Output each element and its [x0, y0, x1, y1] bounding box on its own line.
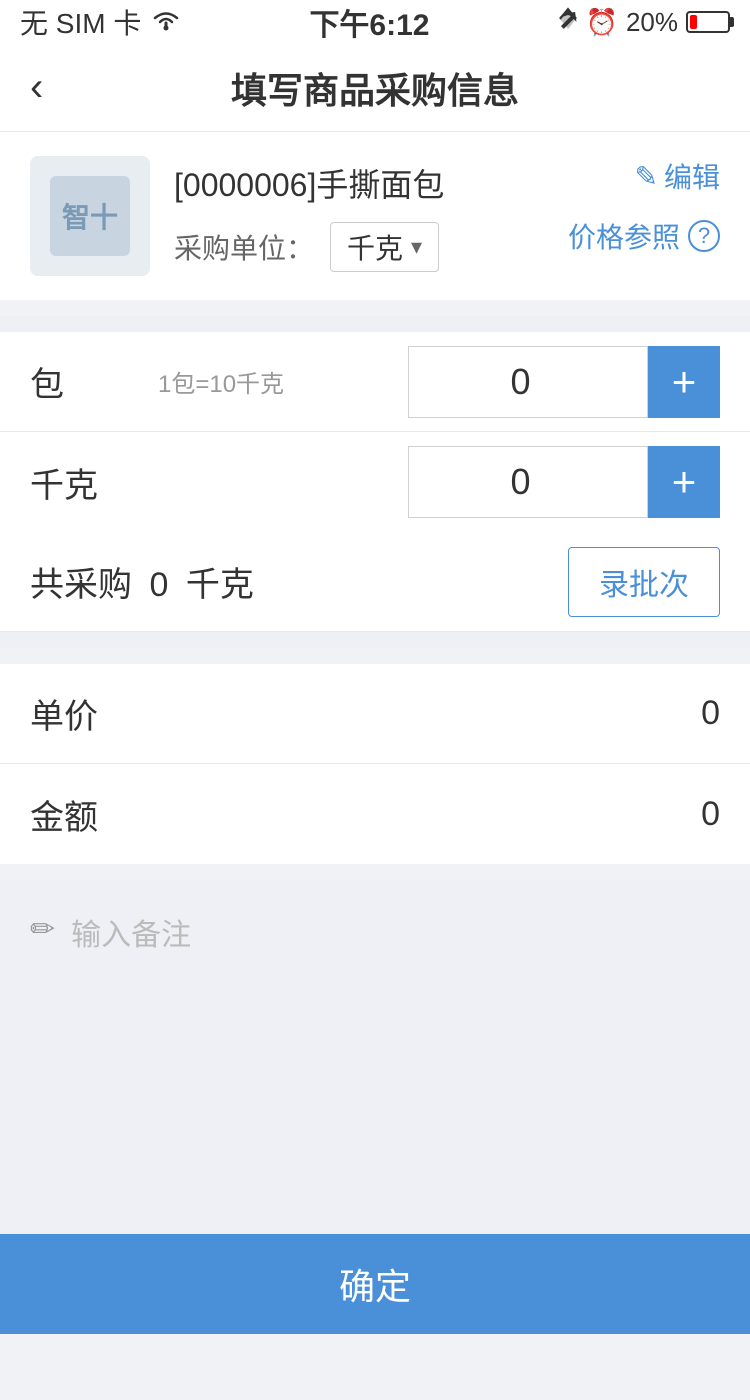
summary-unit: 千克 [186, 566, 254, 604]
unit-price-row: 单价 0 [0, 664, 750, 764]
bag-input-right: + [408, 346, 720, 418]
product-info: [0000006]手撕面包 采购单位： 千克 ▾ [174, 160, 544, 272]
battery-percent: 20% [626, 7, 678, 38]
edit-icon: ✎ [635, 160, 658, 193]
separator-2 [0, 632, 750, 648]
unit-label: 采购单位： [174, 227, 314, 267]
price-ref-button[interactable]: 价格参照 ? [568, 216, 720, 256]
chevron-down-icon: ▾ [411, 234, 422, 260]
kg-input-right: + [408, 446, 720, 518]
product-unit-row: 采购单位： 千克 ▾ [174, 222, 544, 272]
amount-value: 0 [701, 795, 720, 834]
amount-row: 金额 0 [0, 764, 750, 864]
unit-price-value: 0 [701, 694, 720, 733]
summary-text: 共采购 0 千克 [30, 557, 568, 606]
bag-input-row: 包 1包=10千克 + [0, 332, 750, 432]
unit-select[interactable]: 千克 ▾ [330, 222, 439, 272]
status-bar: 无 SIM 卡 下午6:12 ⏰ 20% [0, 0, 750, 44]
input-section: 包 1包=10千克 + 千克 + [0, 332, 750, 532]
kg-label: 千克 [30, 458, 150, 507]
status-left: 无 SIM 卡 [20, 2, 181, 42]
location-icon [558, 7, 578, 38]
kg-input-row: 千克 + [0, 432, 750, 532]
kg-plus-button[interactable]: + [648, 446, 720, 518]
bag-plus-button[interactable]: + [648, 346, 720, 418]
battery-icon [686, 11, 730, 33]
product-name: [0000006]手撕面包 [174, 160, 544, 206]
amount-label: 金额 [30, 790, 701, 839]
product-thumbnail: 智十 [30, 156, 150, 276]
summary-value: 0 [149, 566, 168, 604]
summary-prefix: 共采购 [30, 566, 132, 604]
carrier-text: 无 SIM 卡 [20, 2, 141, 42]
unit-value: 千克 [347, 227, 403, 267]
page-title: 填写商品采购信息 [90, 62, 660, 114]
status-right: ⏰ 20% [558, 7, 730, 38]
alarm-icon: ⏰ [586, 7, 618, 38]
separator-1 [0, 316, 750, 332]
confirm-button[interactable]: 确定 [0, 1234, 750, 1334]
price-ref-label: 价格参照 [568, 216, 680, 256]
unit-price-label: 单价 [30, 689, 701, 738]
edit-label: 编辑 [664, 156, 720, 196]
nav-bar: ‹ 填写商品采购信息 [0, 44, 750, 132]
remarks-placeholder: 输入备注 [71, 910, 191, 954]
kg-quantity-input[interactable] [408, 446, 648, 518]
product-card: 智十 [0000006]手撕面包 采购单位： 千克 ▾ ✎ 编辑 价格参照 ? [0, 132, 750, 300]
batch-record-button[interactable]: 录批次 [568, 547, 720, 617]
status-time: 下午6:12 [309, 0, 429, 44]
product-thumb-text: 智十 [50, 176, 130, 256]
price-info-section: 单价 0 金额 0 [0, 664, 750, 864]
product-actions: ✎ 编辑 价格参照 ? [568, 156, 720, 256]
edit-button[interactable]: ✎ 编辑 [635, 156, 720, 196]
bag-sublabel: 1包=10千克 [158, 364, 408, 399]
summary-row: 共采购 0 千克 录批次 [0, 532, 750, 632]
wifi-icon [151, 6, 181, 38]
pencil-icon: ✏ [30, 912, 55, 947]
back-button[interactable]: ‹ [30, 65, 90, 110]
price-ref-icon: ? [688, 220, 720, 252]
bag-label: 包 [30, 357, 150, 406]
remarks-section[interactable]: ✏ 输入备注 [0, 880, 750, 1000]
bag-quantity-input[interactable] [408, 346, 648, 418]
